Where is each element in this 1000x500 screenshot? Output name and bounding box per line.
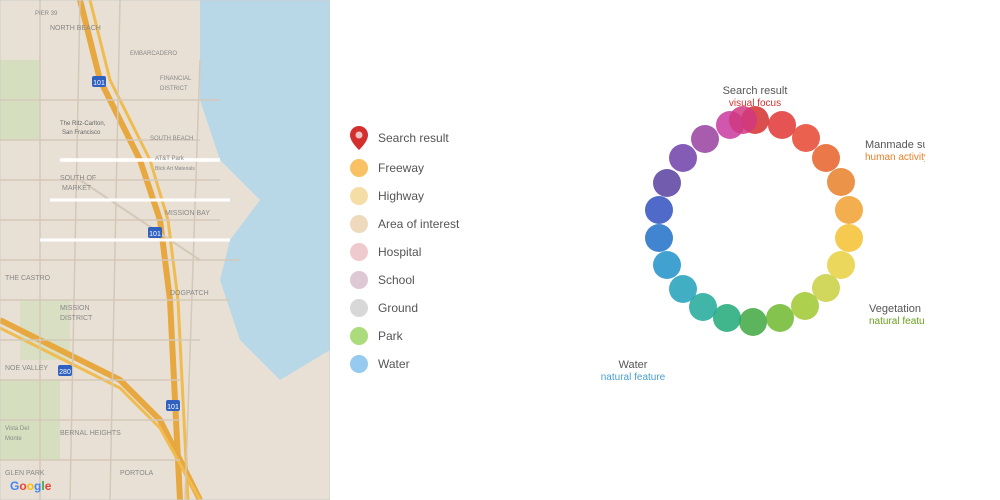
svg-text:MARKET: MARKET [62,185,92,192]
svg-text:101: 101 [167,404,179,411]
legend-label-park: Park [378,329,403,343]
color-wheel-container: Search result visual focus Manmade surro… [585,80,925,420]
map-section[interactable]: NORTH BEACH EMBARCADERO FINANCIAL DISTRI… [0,0,330,500]
svg-text:SOUTH OF: SOUTH OF [60,175,96,182]
svg-text:visual focus: visual focus [729,98,781,109]
svg-text:natural feature: natural feature [601,372,666,383]
svg-text:Monte: Monte [5,436,22,442]
right-section: Search result Freeway Highway Area of in… [330,0,1000,500]
hospital-dot [350,243,368,261]
legend-item-search-result: Search result [350,123,490,153]
park-dot [350,327,368,345]
map-canvas: NORTH BEACH EMBARCADERO FINANCIAL DISTRI… [0,0,330,500]
legend-item-area-of-interest: Area of interest [350,211,490,237]
svg-text:San Francisco: San Francisco [62,130,101,136]
svg-text:SOUTH BEACH: SOUTH BEACH [150,136,193,142]
legend-item-ground: Ground [350,295,490,321]
svg-text:DISTRICT: DISTRICT [60,315,93,322]
legend-label-school: School [378,273,415,287]
legend-label-highway: Highway [378,189,424,203]
svg-text:THE CASTRO: THE CASTRO [5,275,51,282]
svg-text:Vista Del: Vista Del [5,426,29,432]
svg-text:Search result: Search result [723,85,788,97]
legend-item-water: Water [350,351,490,377]
legend-label-ground: Ground [378,301,418,315]
water-dot [350,355,368,373]
svg-text:PORTOLA: PORTOLA [120,470,154,477]
legend-label-search-result: Search result [378,131,449,145]
svg-text:AT&T Park: AT&T Park [155,156,185,162]
legend-label-hospital: Hospital [378,245,421,259]
color-wheel-section: Search result visual focus Manmade surro… [510,10,1000,490]
pin-icon [350,127,368,149]
svg-text:MISSION: MISSION [60,305,90,312]
ground-dot [350,299,368,317]
legend: Search result Freeway Highway Area of in… [330,10,510,490]
svg-text:human activity: human activity [865,152,925,163]
svg-text:Blick Art Materials: Blick Art Materials [155,166,195,172]
legend-item-highway: Highway [350,183,490,209]
svg-text:NORTH BEACH: NORTH BEACH [50,25,101,32]
svg-text:280: 280 [59,369,71,376]
svg-text:natural feature: natural feature [869,316,925,327]
legend-label-freeway: Freeway [378,161,424,175]
svg-text:Manmade surroundings: Manmade surroundings [865,139,925,151]
svg-text:Vegetation: Vegetation [869,303,921,315]
svg-text:NOE VALLEY: NOE VALLEY [5,365,48,372]
svg-text:101: 101 [149,231,161,238]
svg-text:Google: Google [10,479,52,493]
svg-text:GLEN PARK: GLEN PARK [5,470,45,477]
svg-text:The Ritz-Carlton,: The Ritz-Carlton, [60,121,106,127]
legend-item-school: School [350,267,490,293]
svg-text:DISTRICT: DISTRICT [160,86,188,92]
legend-item-hospital: Hospital [350,239,490,265]
legend-label-water: Water [378,357,410,371]
color-wheel-svg: Search result visual focus Manmade surro… [585,80,925,420]
legend-label-area-of-interest: Area of interest [378,217,459,231]
svg-text:MISSION BAY: MISSION BAY [165,210,210,217]
svg-text:FINANCIAL: FINANCIAL [160,76,192,82]
legend-item-freeway: Freeway [350,155,490,181]
svg-text:PIER 39: PIER 39 [35,11,58,17]
legend-item-park: Park [350,323,490,349]
svg-text:EMBARCADERO: EMBARCADERO [130,51,177,57]
svg-text:DOGPATCH: DOGPATCH [170,290,209,297]
area-of-interest-dot [350,215,368,233]
svg-text:BERNAL HEIGHTS: BERNAL HEIGHTS [60,430,121,437]
highway-dot [350,187,368,205]
school-dot [350,271,368,289]
svg-text:101: 101 [93,80,105,87]
svg-text:Water: Water [619,359,648,371]
freeway-dot [350,159,368,177]
